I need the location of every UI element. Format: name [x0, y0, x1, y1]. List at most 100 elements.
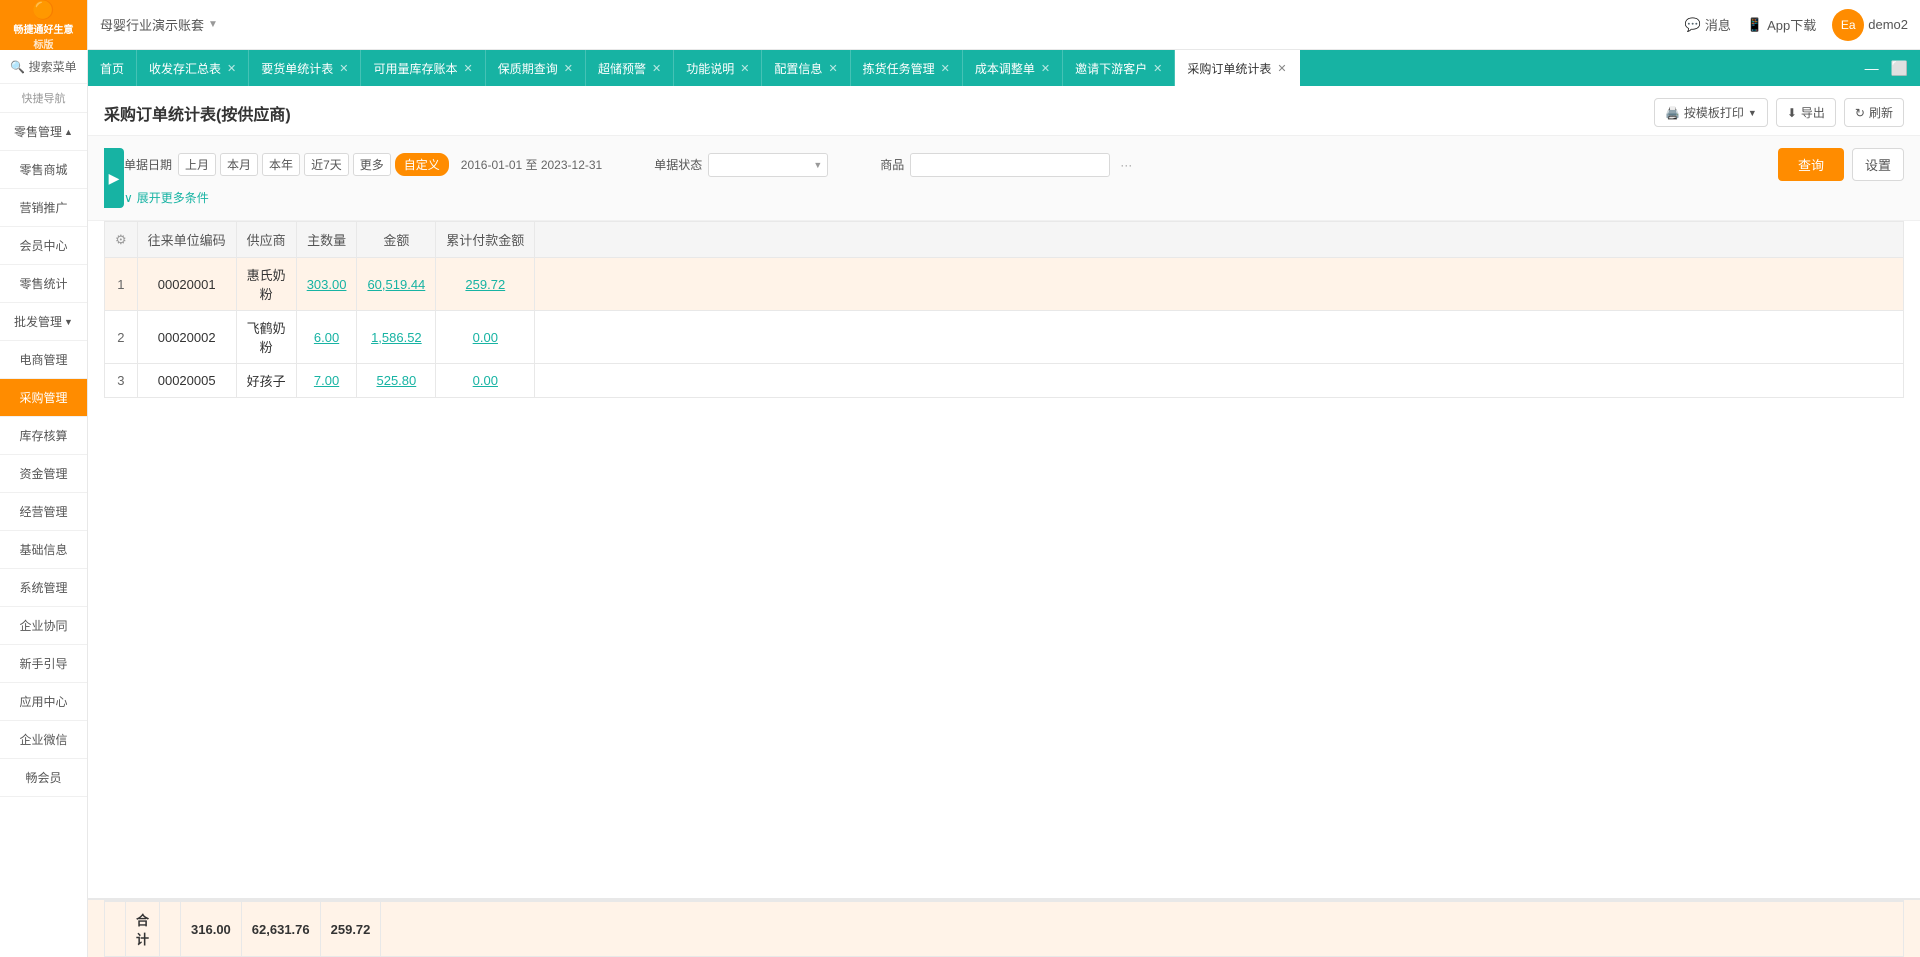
user-name: demo2 — [1868, 17, 1908, 32]
filter-goods-more-icon[interactable]: ··· — [1116, 158, 1136, 172]
tab-goods-stats[interactable]: 要货单统计表 ✕ — [249, 50, 361, 86]
query-button[interactable]: 查询 — [1778, 148, 1844, 181]
tab-config-info-close[interactable]: ✕ — [828, 62, 837, 75]
date-quick-prev-month[interactable]: 上月 — [178, 153, 216, 176]
user-menu[interactable]: Ea demo2 — [1832, 9, 1908, 41]
date-quick-custom[interactable]: 自定义 — [395, 153, 449, 176]
summary-label: 合计 — [126, 901, 160, 957]
date-quick-this-month[interactable]: 本月 — [220, 153, 258, 176]
sidebar-item-enterprise-wechat[interactable]: 企业微信 — [0, 721, 87, 759]
filter-expand[interactable]: ∨ 展开更多条件 — [124, 189, 1904, 206]
tab-config-info[interactable]: 配置信息 ✕ — [762, 50, 850, 86]
table-settings-icon[interactable]: ⚙ — [115, 232, 127, 247]
tab-available-stock[interactable]: 可用量库存账本 ✕ — [361, 50, 485, 86]
sidebar-item-finance[interactable]: 资金管理 — [0, 455, 87, 493]
date-quick-more[interactable]: 更多 — [353, 153, 391, 176]
print-label: 按模板打印 — [1684, 104, 1744, 121]
date-quick-7days[interactable]: 近7天 — [304, 153, 349, 176]
filter-goods-input[interactable] — [910, 153, 1110, 177]
filter-status-select[interactable] — [708, 153, 828, 177]
tab-home[interactable]: 首页 — [88, 50, 137, 86]
tab-function-desc-close[interactable]: ✕ — [740, 62, 749, 75]
tab-minimize-btn[interactable]: — — [1861, 60, 1883, 76]
sidebar-item-operations[interactable]: 经营管理 — [0, 493, 87, 531]
chevron-down-expand-icon: ∨ — [124, 191, 133, 205]
tab-cost-adjust-close[interactable]: ✕ — [1041, 62, 1050, 75]
row-2-qty-link[interactable]: 6.00 — [314, 330, 339, 345]
sidebar-item-retail-mgmt[interactable]: 零售管理 ▲ — [0, 113, 87, 151]
sidebar-item-sys-mgmt-label: 系统管理 — [19, 581, 67, 595]
app-download-btn[interactable]: 📱 App下载 — [1747, 15, 1816, 34]
export-button[interactable]: ⬇ 导出 — [1776, 98, 1836, 127]
sidebar-search[interactable]: 🔍 搜索菜单 — [0, 50, 87, 84]
sidebar-item-basic-info[interactable]: 基础信息 — [0, 531, 87, 569]
row-3-qty-link[interactable]: 7.00 — [314, 373, 339, 388]
summary-paid: 259.72 — [320, 901, 381, 957]
filter-area: ▶ 单据日期 上月 本月 本年 近7天 更多 — [88, 136, 1920, 221]
tab-picking-task-close[interactable]: ✕ — [941, 62, 950, 75]
tab-receive-send-close[interactable]: ✕ — [227, 62, 236, 75]
refresh-button[interactable]: ↻ 刷新 — [1844, 98, 1904, 127]
row-2-amount-link[interactable]: 1,586.52 — [371, 330, 422, 345]
row-3-amount: 525.80 — [357, 364, 436, 398]
row-3-amount-link[interactable]: 525.80 — [376, 373, 416, 388]
sidebar-item-marketing-label: 营销推广 — [19, 201, 67, 215]
sidebar-item-inventory[interactable]: 库存核算 — [0, 417, 87, 455]
sidebar-item-member-center[interactable]: 会员中心 — [0, 227, 87, 265]
tab-purchase-stats[interactable]: 采购订单统计表 ✕ — [1175, 50, 1299, 86]
page-header: 采购订单统计表(按供应商) 🖨️ 按模板打印 ▼ ⬇ 导出 ↻ 刷新 — [88, 86, 1920, 136]
tab-available-stock-label: 可用量库存账本 — [373, 60, 457, 77]
tab-invite-downstream[interactable]: 邀请下游客户 ✕ — [1063, 50, 1175, 86]
settings-button[interactable]: 设置 — [1852, 148, 1904, 181]
sidebar-item-ecom-mgmt[interactable]: 电商管理 — [0, 341, 87, 379]
sidebar-item-app-center[interactable]: 应用中心 — [0, 683, 87, 721]
tab-cost-adjust[interactable]: 成本调整单 ✕ — [963, 50, 1063, 86]
sidebar-item-enterprise-coop[interactable]: 企业协同 — [0, 607, 87, 645]
tab-maximize-btn[interactable]: ⬜ — [1887, 60, 1912, 77]
row-3-qty: 7.00 — [296, 364, 357, 398]
sidebar-item-new-guide[interactable]: 新手引导 — [0, 645, 87, 683]
tab-goods-stats-close[interactable]: ✕ — [339, 62, 348, 75]
tab-function-desc[interactable]: 功能说明 ✕ — [674, 50, 762, 86]
tab-receive-send[interactable]: 收发存汇总表 ✕ — [137, 50, 249, 86]
filter-toggle-button[interactable]: ▶ — [104, 148, 124, 208]
filter-goods-item: 商品 ··· — [880, 153, 1136, 177]
row-1-amount-link[interactable]: 60,519.44 — [367, 277, 425, 292]
tab-invite-downstream-close[interactable]: ✕ — [1153, 62, 1162, 75]
sidebar-item-vip-member[interactable]: 畅会员 — [0, 759, 87, 797]
message-btn[interactable]: 💬 消息 — [1685, 15, 1731, 34]
date-quick-this-year[interactable]: 本年 — [262, 153, 300, 176]
sidebar-item-purchase-mgmt[interactable]: 采购管理 — [0, 379, 87, 417]
print-button[interactable]: 🖨️ 按模板打印 ▼ — [1654, 98, 1768, 127]
tab-warranty-query[interactable]: 保质期查询 ✕ — [486, 50, 586, 86]
row-3-paid-link[interactable]: 0.00 — [473, 373, 498, 388]
refresh-icon: ↻ — [1855, 106, 1865, 120]
sidebar-item-marketing[interactable]: 营销推广 — [0, 189, 87, 227]
row-2-paid-link[interactable]: 0.00 — [473, 330, 498, 345]
sidebar-nav-title[interactable]: 快捷导航 — [0, 84, 87, 113]
summary-row: 合计 316.00 62,631.76 259.72 — [105, 901, 1904, 957]
tab-overstock-alert-close[interactable]: ✕ — [652, 62, 661, 75]
row-1-qty-link[interactable]: 303.00 — [307, 277, 347, 292]
tab-picking-task[interactable]: 拣货任务管理 ✕ — [851, 50, 963, 86]
tab-purchase-stats-close[interactable]: ✕ — [1277, 62, 1286, 75]
row-1-paid-link[interactable]: 259.72 — [465, 277, 505, 292]
app-download-icon: 📱 — [1747, 17, 1763, 33]
sidebar-item-retail-mall[interactable]: 零售商城 — [0, 151, 87, 189]
row-2-num: 2 — [105, 311, 138, 364]
sidebar-item-sys-mgmt[interactable]: 系统管理 — [0, 569, 87, 607]
row-1-qty: 303.00 — [296, 258, 357, 311]
logo-icon: 🟠 — [32, 0, 54, 21]
tab-overstock-alert[interactable]: 超储预警 ✕ — [586, 50, 674, 86]
table-row: 1 00020001 惠氏奶粉 303.00 60,519.44 259.72 — [105, 258, 1904, 311]
tab-warranty-query-close[interactable]: ✕ — [564, 62, 573, 75]
summary-table: 合计 316.00 62,631.76 259.72 — [104, 900, 1904, 957]
sidebar-item-retail-stats[interactable]: 零售统计 — [0, 265, 87, 303]
tab-overstock-alert-label: 超储预警 — [598, 60, 646, 77]
workspace-selector[interactable]: 母婴行业演示账套 ▼ — [100, 15, 218, 34]
tab-available-stock-close[interactable]: ✕ — [464, 62, 473, 75]
page-title: 采购订单统计表(按供应商) — [104, 101, 291, 125]
tab-home-label: 首页 — [100, 60, 124, 77]
sidebar-item-wholesale-mgmt[interactable]: 批发管理 ▼ — [0, 303, 87, 341]
print-dropdown-icon: ▼ — [1748, 108, 1757, 118]
